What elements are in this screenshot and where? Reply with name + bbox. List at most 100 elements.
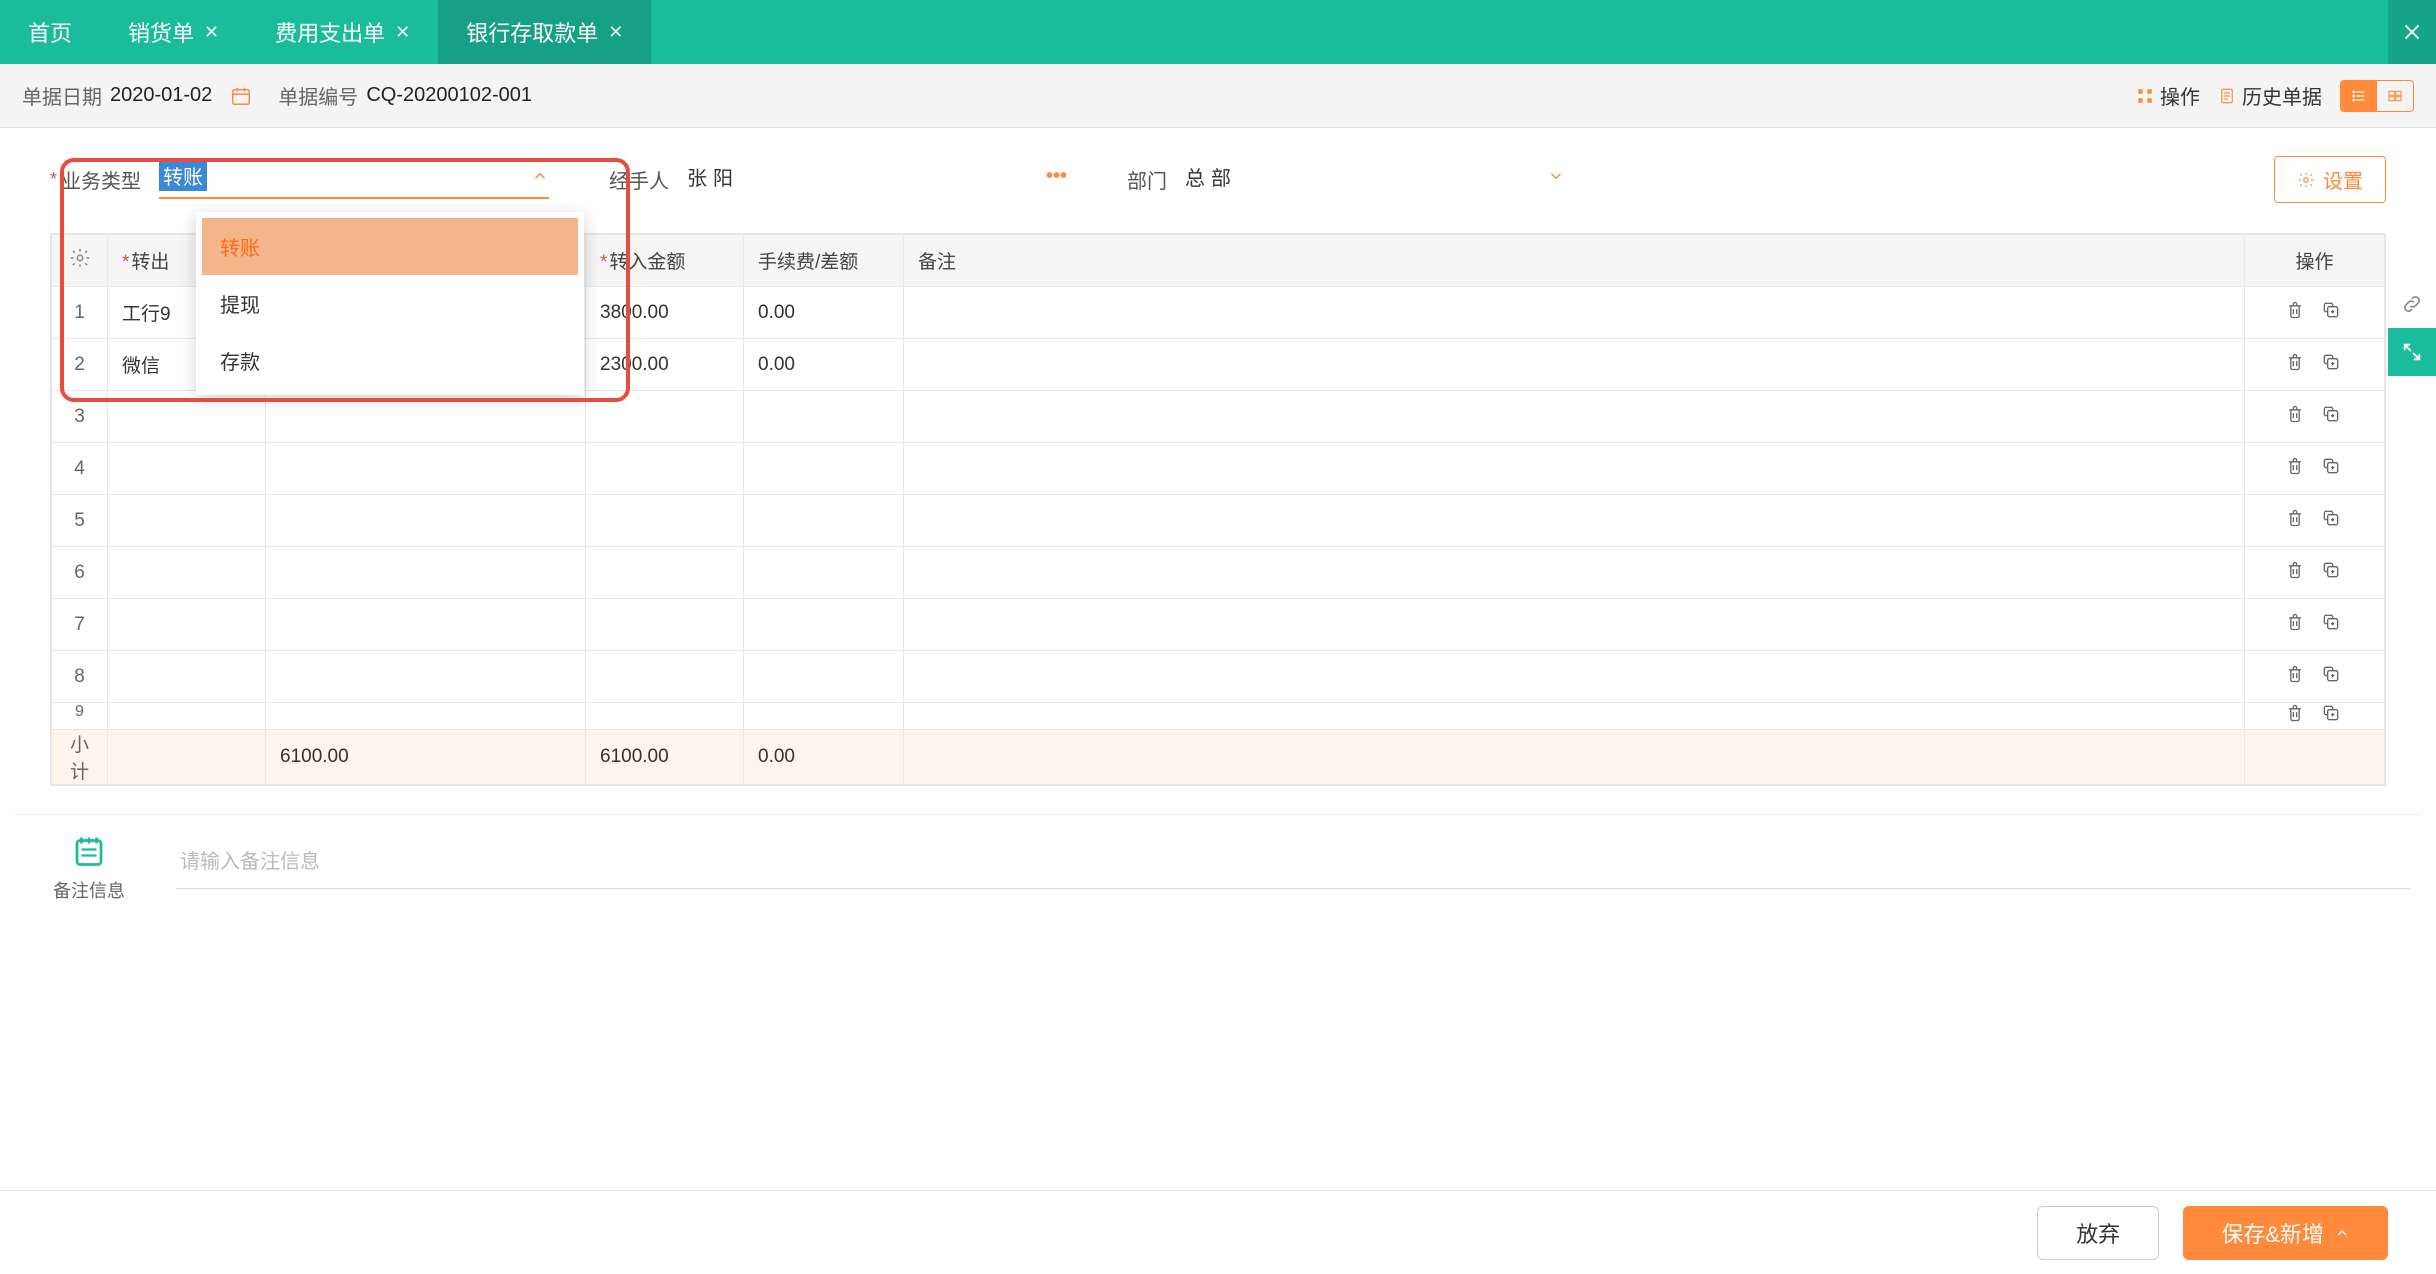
dropdown-option-withdraw[interactable]: 提现 bbox=[202, 275, 578, 332]
history-button[interactable]: 历史单据 bbox=[2218, 81, 2322, 110]
copy-icon bbox=[2321, 404, 2341, 424]
cell-in-amount[interactable] bbox=[586, 391, 744, 443]
delete-row-button[interactable] bbox=[2285, 456, 2309, 480]
fullscreen-button[interactable] bbox=[2388, 328, 2436, 376]
handler-select[interactable]: 张阳 ••• bbox=[687, 162, 1067, 198]
cell-out-account[interactable] bbox=[108, 599, 266, 651]
gear-icon bbox=[69, 247, 91, 269]
cell-in-amount[interactable] bbox=[586, 599, 744, 651]
close-icon[interactable]: ✕ bbox=[204, 22, 219, 43]
cell-remark[interactable] bbox=[904, 495, 2245, 547]
cell-hidden[interactable] bbox=[266, 547, 586, 599]
cell-fee[interactable] bbox=[744, 547, 904, 599]
view-card-button[interactable] bbox=[2377, 81, 2413, 111]
expand-icon bbox=[2401, 341, 2423, 363]
cell-fee[interactable]: 0.00 bbox=[744, 339, 904, 391]
copy-row-button[interactable] bbox=[2321, 352, 2345, 376]
column-settings[interactable] bbox=[52, 235, 108, 287]
copy-row-button[interactable] bbox=[2321, 560, 2345, 584]
delete-row-button[interactable] bbox=[2285, 404, 2309, 428]
cell-out-account[interactable] bbox=[108, 651, 266, 703]
copy-row-button[interactable] bbox=[2321, 404, 2345, 428]
delete-row-button[interactable] bbox=[2285, 664, 2309, 688]
field-department: 部门 总部 bbox=[1127, 162, 1565, 198]
cell-remark[interactable] bbox=[904, 547, 2245, 599]
cell-in-amount[interactable] bbox=[586, 703, 744, 730]
cell-out-account[interactable] bbox=[108, 495, 266, 547]
tab-expense[interactable]: 费用支出单✕ bbox=[247, 0, 438, 64]
business-type-dropdown: 转账 提现 存款 bbox=[196, 212, 584, 395]
window-close-button[interactable] bbox=[2388, 0, 2436, 64]
cell-in-amount[interactable] bbox=[586, 495, 744, 547]
discard-button[interactable]: 放弃 bbox=[2037, 1206, 2159, 1260]
cell-remark[interactable] bbox=[904, 703, 2245, 730]
cell-fee[interactable]: 0.00 bbox=[744, 287, 904, 339]
toolbar: 单据日期 2020-01-02 单据编号 CQ-20200102-001 操作 … bbox=[0, 64, 2436, 128]
copy-row-button[interactable] bbox=[2321, 508, 2345, 532]
attachment-button[interactable] bbox=[2388, 280, 2436, 328]
calendar-icon[interactable] bbox=[230, 85, 252, 107]
dropdown-option-transfer[interactable]: 转账 bbox=[202, 218, 578, 275]
cell-remark[interactable] bbox=[904, 443, 2245, 495]
cell-fee[interactable] bbox=[744, 495, 904, 547]
cell-in-amount[interactable] bbox=[586, 547, 744, 599]
cell-out-account[interactable] bbox=[108, 703, 266, 730]
cell-remark[interactable] bbox=[904, 651, 2245, 703]
cell-fee[interactable] bbox=[744, 651, 904, 703]
cell-fee[interactable] bbox=[744, 703, 904, 730]
cell-out-account[interactable] bbox=[108, 547, 266, 599]
business-type-select[interactable]: 转账 bbox=[159, 160, 549, 199]
delete-row-button[interactable] bbox=[2285, 352, 2309, 376]
copy-row-button[interactable] bbox=[2321, 664, 2345, 688]
cell-hidden[interactable] bbox=[266, 599, 586, 651]
cell-in-amount[interactable] bbox=[586, 651, 744, 703]
copy-row-button[interactable] bbox=[2321, 300, 2345, 324]
cell-in-amount[interactable]: 2300.00 bbox=[586, 339, 744, 391]
document-icon bbox=[2218, 87, 2236, 105]
copy-row-button[interactable] bbox=[2321, 456, 2345, 480]
date-value[interactable]: 2020-01-02 bbox=[110, 84, 212, 107]
department-select[interactable]: 总部 bbox=[1185, 162, 1565, 198]
cell-hidden[interactable] bbox=[266, 495, 586, 547]
copy-row-button[interactable] bbox=[2321, 612, 2345, 636]
cell-hidden[interactable] bbox=[266, 651, 586, 703]
cell-out-account[interactable] bbox=[108, 391, 266, 443]
column-remark: 备注 bbox=[904, 235, 2245, 287]
cell-in-amount[interactable] bbox=[586, 443, 744, 495]
delete-row-button[interactable] bbox=[2285, 703, 2309, 727]
operations-button[interactable]: 操作 bbox=[2136, 81, 2200, 110]
remark-input[interactable] bbox=[176, 837, 2410, 889]
cell-hidden[interactable] bbox=[266, 443, 586, 495]
dropdown-option-deposit[interactable]: 存款 bbox=[202, 332, 578, 389]
cell-hidden[interactable] bbox=[266, 391, 586, 443]
required-mark: * bbox=[50, 169, 57, 190]
delete-row-button[interactable] bbox=[2285, 508, 2309, 532]
close-icon[interactable]: ✕ bbox=[395, 22, 410, 43]
delete-row-button[interactable] bbox=[2285, 300, 2309, 324]
tab-home[interactable]: 首页 bbox=[0, 0, 100, 64]
cell-remark[interactable] bbox=[904, 391, 2245, 443]
cell-ops bbox=[2245, 443, 2385, 495]
tab-bank-transfer[interactable]: 银行存取款单✕ bbox=[438, 0, 651, 64]
view-list-button[interactable] bbox=[2341, 81, 2377, 111]
cell-remark[interactable] bbox=[904, 287, 2245, 339]
tab-sales-order[interactable]: 销货单✕ bbox=[100, 0, 247, 64]
close-icon[interactable]: ✕ bbox=[608, 22, 623, 43]
copy-row-button[interactable] bbox=[2321, 703, 2345, 727]
cell-out-account[interactable] bbox=[108, 443, 266, 495]
cell-remark[interactable] bbox=[904, 339, 2245, 391]
cell-fee[interactable] bbox=[744, 443, 904, 495]
delete-row-button[interactable] bbox=[2285, 560, 2309, 584]
more-icon[interactable]: ••• bbox=[1046, 165, 1067, 188]
cell-fee[interactable] bbox=[744, 391, 904, 443]
delete-row-button[interactable] bbox=[2285, 612, 2309, 636]
cell-in-amount[interactable]: 3800.00 bbox=[586, 287, 744, 339]
copy-icon bbox=[2321, 508, 2341, 528]
settings-button[interactable]: 设置 bbox=[2274, 156, 2386, 203]
trash-icon bbox=[2285, 508, 2305, 528]
side-rail bbox=[2388, 280, 2436, 376]
cell-remark[interactable] bbox=[904, 599, 2245, 651]
cell-fee[interactable] bbox=[744, 599, 904, 651]
cell-hidden[interactable] bbox=[266, 703, 586, 730]
save-add-button[interactable]: 保存&新增 bbox=[2183, 1206, 2388, 1260]
